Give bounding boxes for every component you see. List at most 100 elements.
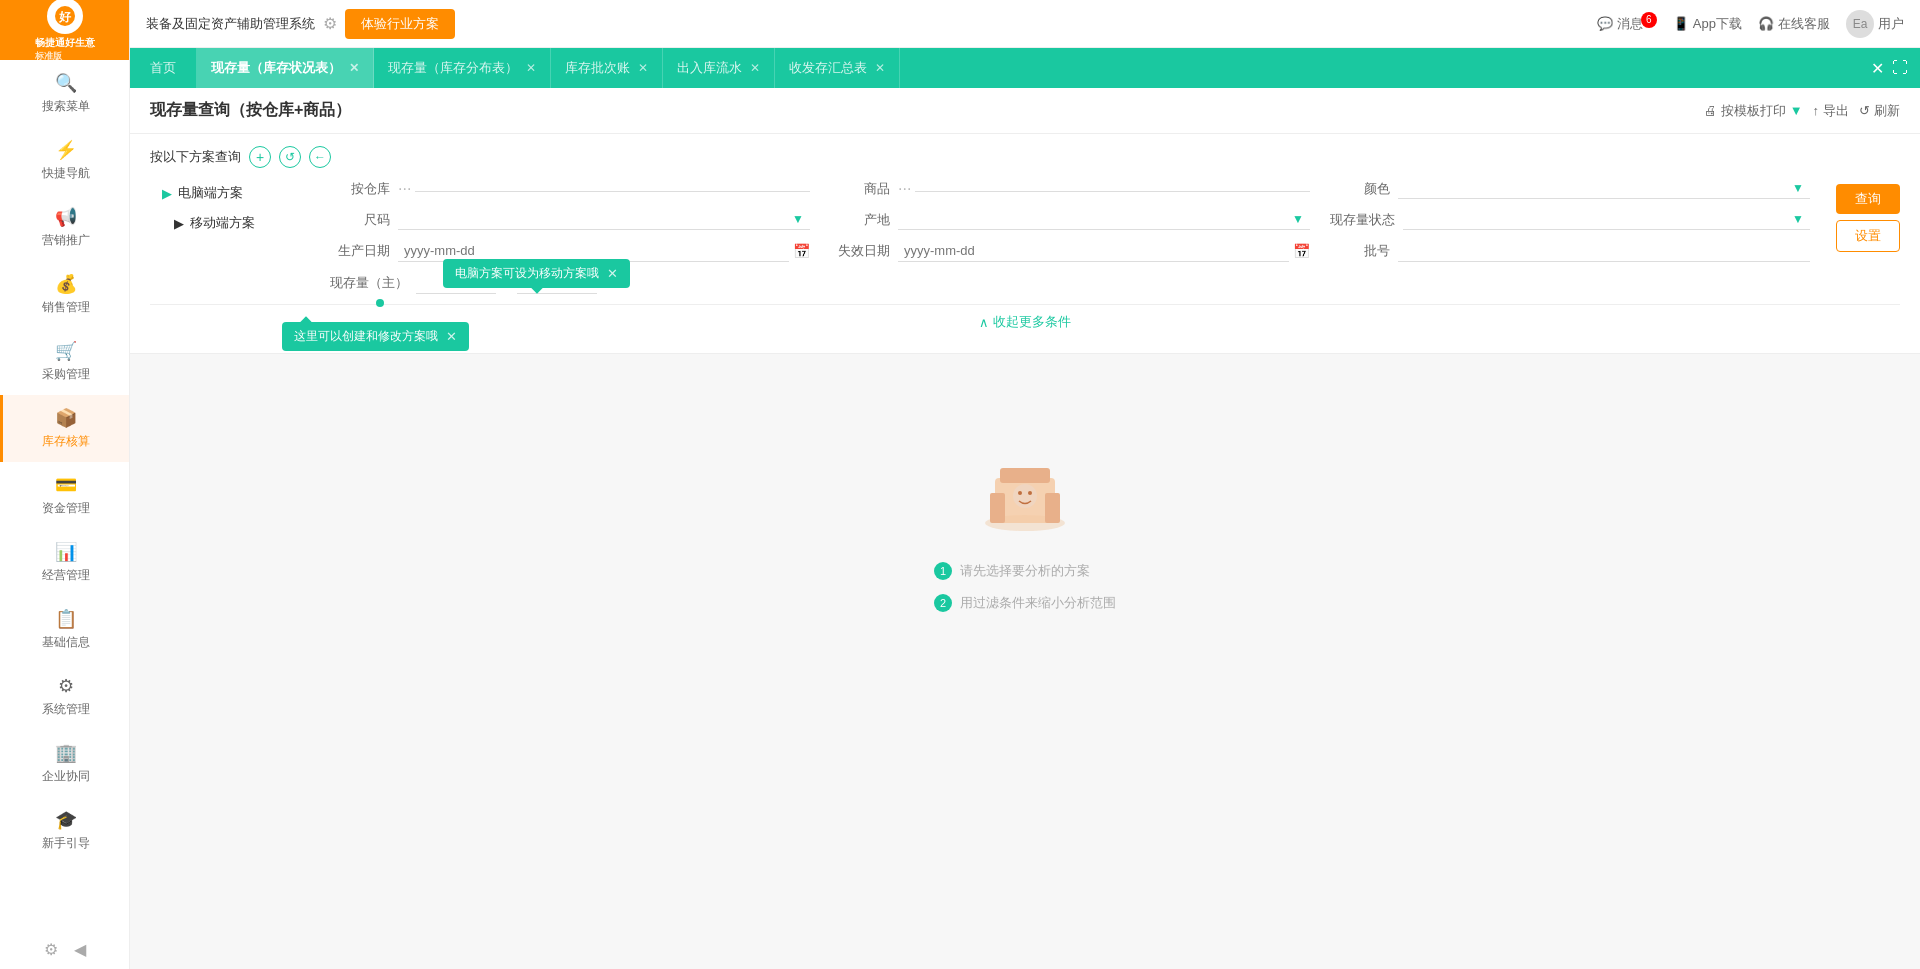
tab-bar: 首页 现存量（库存状况表） ✕ 现存量（库存分布表） ✕ 库存批次账 ✕ 出入库… (130, 48, 1920, 88)
purchase-icon: 🛒 (55, 340, 77, 362)
filter-refresh-button[interactable]: ↺ (279, 146, 301, 168)
size-select[interactable]: ▼ (398, 209, 810, 230)
color-chevron-icon: ▼ (1792, 181, 1804, 195)
sidebar-item-finance[interactable]: 💳 资金管理 (0, 462, 129, 529)
footer-settings-icon[interactable]: ⚙ (44, 940, 58, 959)
scheme-mobile-expand-icon: ▶ (174, 216, 184, 231)
produce-date-cal-icon[interactable]: 📅 (793, 243, 810, 259)
size-chevron-icon: ▼ (792, 212, 804, 226)
scheme-item-mobile[interactable]: ▶ 移动端方案 (150, 208, 310, 238)
headset-icon: 🎧 (1758, 16, 1774, 31)
svg-rect-4 (1000, 468, 1050, 483)
topbar-title: 装备及固定资产辅助管理系统 (146, 15, 315, 33)
refresh-icon: ↺ (1859, 103, 1870, 118)
sidebar-item-system[interactable]: ⚙ 系统管理 (0, 663, 129, 730)
user-menu-button[interactable]: Ea 用户 (1846, 10, 1904, 38)
main-content: 装备及固定资产辅助管理系统 ⚙ 体验行业方案 💬 消息 6 📱 App下载 🎧 … (130, 0, 1920, 969)
refresh-button[interactable]: ↺ 刷新 (1859, 102, 1900, 120)
expire-date-cal-icon[interactable]: 📅 (1293, 243, 1310, 259)
tooltip2-close-button[interactable]: ✕ (446, 329, 457, 344)
sidebar-item-enterprise[interactable]: 🏢 企业协同 (0, 730, 129, 797)
print-button[interactable]: 🖨 按模板打印 ▼ (1704, 102, 1803, 120)
logo-text: 畅捷通好生意 标准版 (35, 36, 95, 63)
sidebar-item-purchase[interactable]: 🛒 采购管理 (0, 328, 129, 395)
goods-select[interactable] (915, 185, 1310, 192)
tab-stock-status[interactable]: 现存量（库存状况表） ✕ (197, 48, 374, 88)
footer-collapse-icon[interactable]: ◀ (74, 940, 86, 959)
tab-fullscreen-button[interactable]: ⛶ (1888, 59, 1912, 77)
step2-num: 2 (934, 594, 952, 612)
svg-rect-5 (990, 493, 1005, 523)
tab-close-receivables[interactable]: ✕ (875, 61, 885, 75)
avatar: Ea (1846, 10, 1874, 38)
search-button[interactable]: 查询 (1836, 184, 1900, 214)
empty-area: 1 请先选择要分析的方案 2 用过滤条件来缩小分析范围 (130, 358, 1920, 696)
guide-icon: 🎓 (55, 809, 77, 831)
sidebar-item-quick-nav[interactable]: ⚡ 快捷导航 (0, 127, 129, 194)
origin-label: 产地 (830, 211, 890, 229)
dot-indicator (376, 299, 384, 307)
scheme-expand-icon: ▶ (162, 186, 172, 201)
basic-info-icon: 📋 (55, 608, 77, 630)
scheme-item-desktop[interactable]: ▶ 电脑端方案 (150, 178, 310, 208)
batch-input[interactable] (1398, 240, 1810, 262)
tab-receivables[interactable]: 收发存汇总表 ✕ (775, 48, 900, 88)
topbar-settings-icon[interactable]: ⚙ (323, 14, 337, 33)
sidebar-item-basic-info[interactable]: 📋 基础信息 (0, 596, 129, 663)
empty-illustration (965, 438, 1085, 538)
sales-icon: 💰 (55, 273, 77, 295)
svg-point-8 (1018, 491, 1022, 495)
filter-origin: 产地 ▼ (830, 209, 1310, 230)
color-select[interactable]: ▼ (1398, 178, 1810, 199)
industry-plan-button[interactable]: 体验行业方案 (345, 9, 455, 39)
user-avatar-text: Ea (1853, 17, 1868, 31)
expire-date-start[interactable] (898, 240, 1289, 262)
filter-add-button[interactable]: + (249, 146, 271, 168)
filter-row-1: 按仓库 ··· 商品 ··· (330, 178, 1810, 199)
tab-stock-dist[interactable]: 现存量（库存分布表） ✕ (374, 48, 551, 88)
sidebar-item-inventory[interactable]: 📦 库存核算 (0, 395, 129, 462)
goods-label: 商品 (830, 180, 890, 198)
stock-main-label: 现存量（主） (330, 274, 408, 292)
warehouse-select[interactable] (415, 185, 810, 192)
tab-close-batch-ledger[interactable]: ✕ (638, 61, 648, 75)
tab-close-inout-flow[interactable]: ✕ (750, 61, 760, 75)
online-service-button[interactable]: 🎧 在线客服 (1758, 15, 1830, 33)
tab-inout-flow[interactable]: 出入库流水 ✕ (663, 48, 775, 88)
tooltip1-close-button[interactable]: ✕ (607, 266, 618, 281)
quick-nav-icon: ⚡ (55, 139, 77, 161)
filter-label: 按以下方案查询 (150, 148, 241, 166)
expire-date-label: 失效日期 (830, 242, 890, 260)
size-label: 尺码 (330, 211, 390, 229)
tab-close-stock-dist[interactable]: ✕ (526, 61, 536, 75)
stock-status-select[interactable]: ▼ (1403, 209, 1810, 230)
tab-home[interactable]: 首页 (130, 48, 197, 88)
stock-status-chevron-icon: ▼ (1792, 212, 1804, 226)
print-icon: 🖨 (1704, 103, 1717, 118)
tab-close-stock-status[interactable]: ✕ (349, 61, 359, 75)
sidebar-item-guide[interactable]: 🎓 新手引导 (0, 797, 129, 864)
filter-row-2: 尺码 ▼ 产地 ▼ (330, 209, 1810, 230)
sidebar-item-search-menu[interactable]: 🔍 搜索菜单 (0, 60, 129, 127)
sidebar-item-marketing[interactable]: 📢 营销推广 (0, 194, 129, 261)
svg-text:好: 好 (58, 10, 72, 24)
tab-batch-ledger[interactable]: 库存批次账 ✕ (551, 48, 663, 88)
goods-dots[interactable]: ··· (898, 180, 911, 198)
filter-batch: 批号 (1330, 240, 1810, 262)
warehouse-dots[interactable]: ··· (398, 180, 411, 198)
sidebar-item-sales[interactable]: 💰 销售管理 (0, 261, 129, 328)
tab-bar-end: ✕ ⛶ (1859, 48, 1920, 88)
scheme-list: ▶ 电脑端方案 ▶ 移动端方案 (150, 178, 310, 238)
message-button[interactable]: 💬 消息 6 (1597, 15, 1657, 33)
sidebar-footer: ⚙ ◀ (44, 930, 86, 969)
tab-close-all-button[interactable]: ✕ (1867, 59, 1888, 78)
app-download-button[interactable]: 📱 App下载 (1673, 15, 1742, 33)
filter-back-button[interactable]: ← (309, 146, 331, 168)
marketing-icon: 📢 (55, 206, 77, 228)
reset-button[interactable]: 设置 (1836, 220, 1900, 252)
filter-color: 颜色 ▼ (1330, 178, 1810, 199)
export-button[interactable]: ↑ 导出 (1813, 102, 1850, 120)
origin-select[interactable]: ▼ (898, 209, 1310, 230)
topbar-left: 装备及固定资产辅助管理系统 ⚙ 体验行业方案 (146, 9, 455, 39)
sidebar-item-management[interactable]: 📊 经营管理 (0, 529, 129, 596)
